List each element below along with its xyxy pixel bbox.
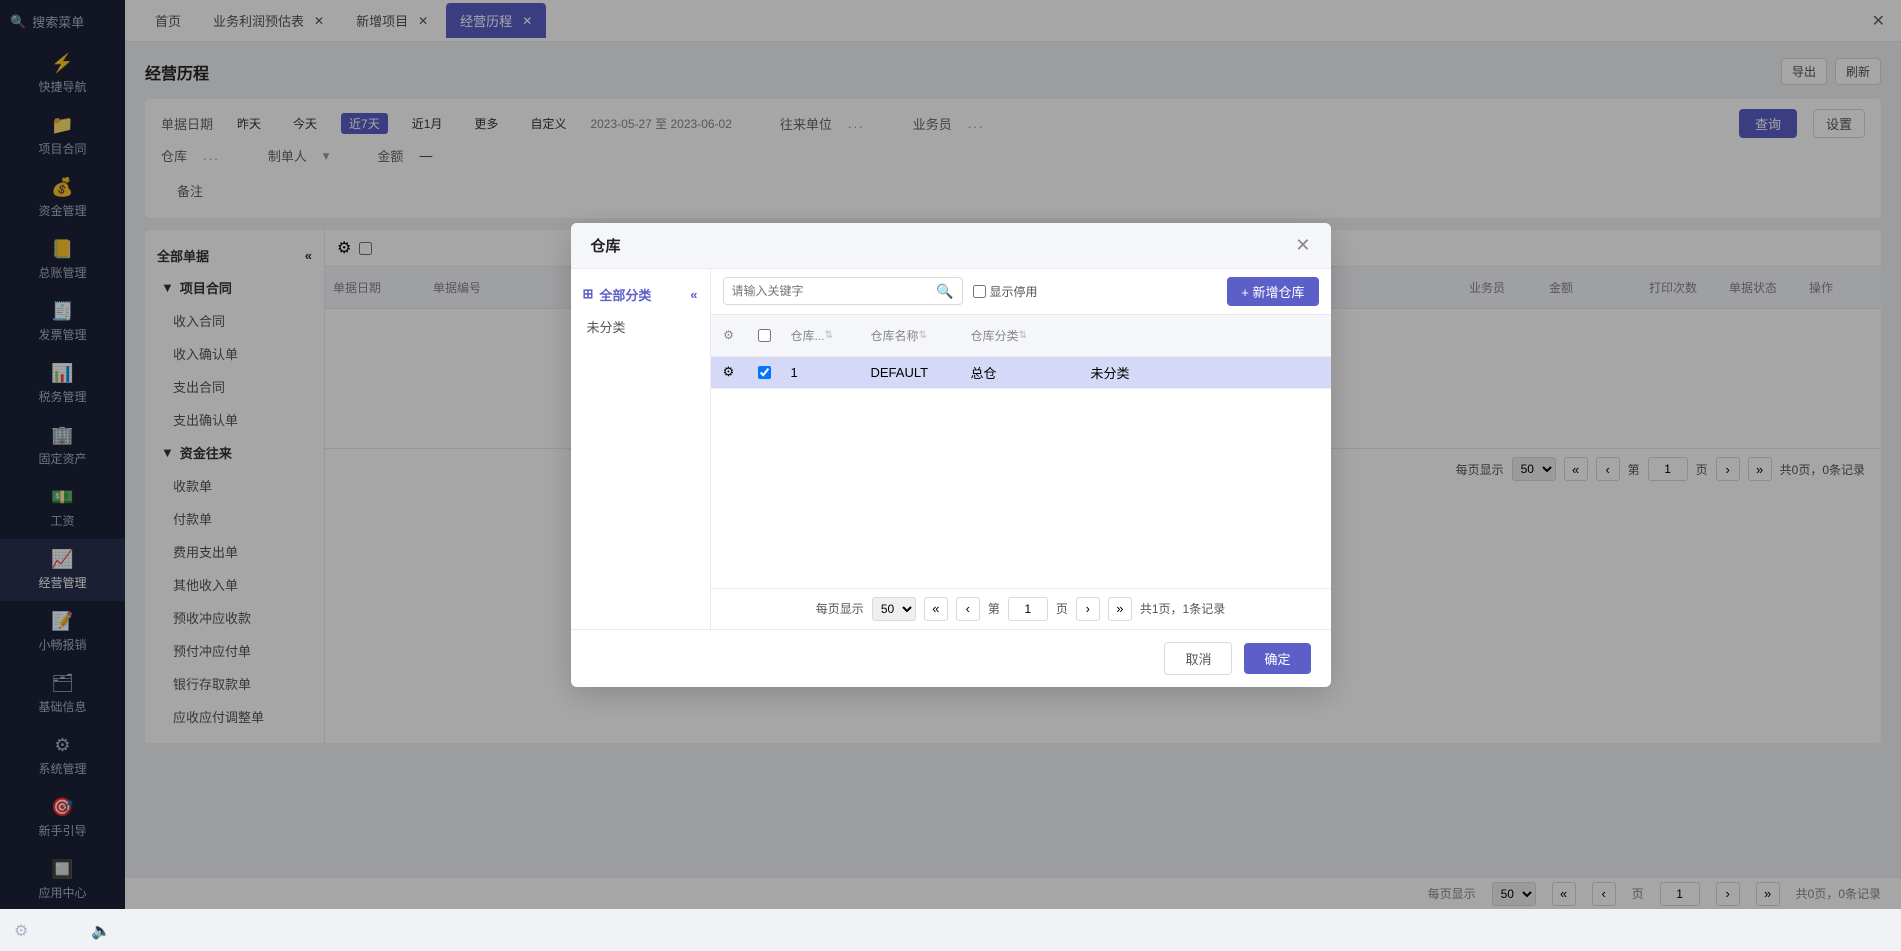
col-id-label: 仓库... <box>791 327 825 344</box>
row-id: 1 <box>783 359 863 386</box>
cancel-button[interactable]: 取消 <box>1164 642 1232 675</box>
modal-footer: 取消 确定 <box>571 629 1331 687</box>
show-disabled-checkbox[interactable] <box>973 285 986 298</box>
modal-total: 共1页，1条记录 <box>1140 600 1225 617</box>
sort-cat-icon[interactable]: ⇅ <box>1019 330 1027 341</box>
col-code-label: 仓库名称 <box>871 327 919 344</box>
modal-table-header: ⚙ 仓库... ⇅ 仓库名称 ⇅ <box>711 315 1331 357</box>
row-name: 总仓 <box>963 357 1083 388</box>
modal-last-page[interactable]: » <box>1108 597 1132 621</box>
modal-search-wrap: 🔍 <box>723 277 963 305</box>
modal-collapse-icon[interactable]: « <box>690 287 697 302</box>
modal-right-panel: 🔍 显示停用 + 新增仓库 ⚙ <box>711 269 1331 629</box>
modal-first-page[interactable]: « <box>924 597 948 621</box>
row-code: DEFAULT <box>863 359 963 386</box>
show-disabled-label[interactable]: 显示停用 <box>973 283 1038 300</box>
sort-id-icon[interactable]: ⇅ <box>825 330 833 341</box>
show-disabled-text: 显示停用 <box>990 283 1038 300</box>
col-header-gear: ⚙ <box>711 321 747 350</box>
modal-close-icon[interactable]: ✕ <box>1295 235 1310 256</box>
row-name-value: 总仓 <box>971 363 997 382</box>
modal-all-category[interactable]: ⊞ 全部分类 « <box>571 279 710 310</box>
row-code-value: DEFAULT <box>871 365 929 380</box>
table-row[interactable]: ⚙ 1 DEFAULT 总仓 <box>711 357 1331 389</box>
modal-next-page[interactable]: › <box>1076 597 1100 621</box>
modal-search-input[interactable] <box>732 284 937 298</box>
gear-header-icon[interactable]: ⚙ <box>723 328 734 342</box>
modal-header: 仓库 ✕ <box>571 223 1331 269</box>
modal-left-panel: ⊞ 全部分类 « 未分类 <box>571 269 711 629</box>
modal-title: 仓库 <box>591 235 621 256</box>
row-category: 未分类 <box>1083 357 1331 388</box>
sound-icon[interactable]: 🔈 <box>91 921 111 941</box>
settings-bottom-icon[interactable]: ⚙ <box>14 921 28 941</box>
col-header-category: 仓库分类 ⇅ <box>963 321 1331 350</box>
modal-page-input[interactable] <box>1008 597 1048 621</box>
row-id-value: 1 <box>791 365 798 380</box>
modal-table: ⚙ 仓库... ⇅ 仓库名称 ⇅ <box>711 315 1331 588</box>
col-header-check <box>747 321 783 350</box>
modal-per-page-label: 每页显示 <box>816 600 864 617</box>
col-category-label: 仓库分类 <box>971 327 1019 344</box>
modal-page-label: 第 <box>988 600 1000 617</box>
modal-select-all[interactable] <box>758 329 771 342</box>
row-check[interactable] <box>747 360 783 385</box>
modal-pagination: 每页显示 50 « ‹ 第 页 › » 共1页，1条记录 <box>711 588 1331 629</box>
uncategorized-label: 未分类 <box>587 320 626 335</box>
sort-code-icon[interactable]: ⇅ <box>919 330 927 341</box>
add-warehouse-button[interactable]: + 新增仓库 <box>1227 277 1318 306</box>
row-checkbox[interactable] <box>758 366 771 379</box>
col-header-id: 仓库... ⇅ <box>783 321 863 350</box>
modal-page-size[interactable]: 50 <box>872 597 916 621</box>
col-header-code: 仓库名称 ⇅ <box>863 321 963 350</box>
row-gear-icon: ⚙ <box>723 364 735 380</box>
modal-category-uncategorized[interactable]: 未分类 <box>571 310 710 343</box>
warehouse-modal: 仓库 ✕ ⊞ 全部分类 « 未分类 <box>571 223 1331 687</box>
row-gear[interactable]: ⚙ <box>711 358 747 386</box>
modal-search-icon: 🔍 <box>936 283 953 300</box>
sidebar-bottom: ⚙ 🔈 <box>0 911 125 951</box>
modal-overlay[interactable]: 仓库 ✕ ⊞ 全部分类 « 未分类 <box>0 0 1901 909</box>
confirm-button[interactable]: 确定 <box>1244 643 1310 674</box>
grid-icon: ⊞ <box>583 286 594 302</box>
modal-toolbar: 🔍 显示停用 + 新增仓库 <box>711 269 1331 315</box>
modal-page-label2: 页 <box>1056 600 1068 617</box>
modal-body: ⊞ 全部分类 « 未分类 🔍 显示停用 <box>571 269 1331 629</box>
row-category-value: 未分类 <box>1091 363 1130 382</box>
modal-prev-page[interactable]: ‹ <box>956 597 980 621</box>
all-category-label: 全部分类 <box>599 285 651 304</box>
